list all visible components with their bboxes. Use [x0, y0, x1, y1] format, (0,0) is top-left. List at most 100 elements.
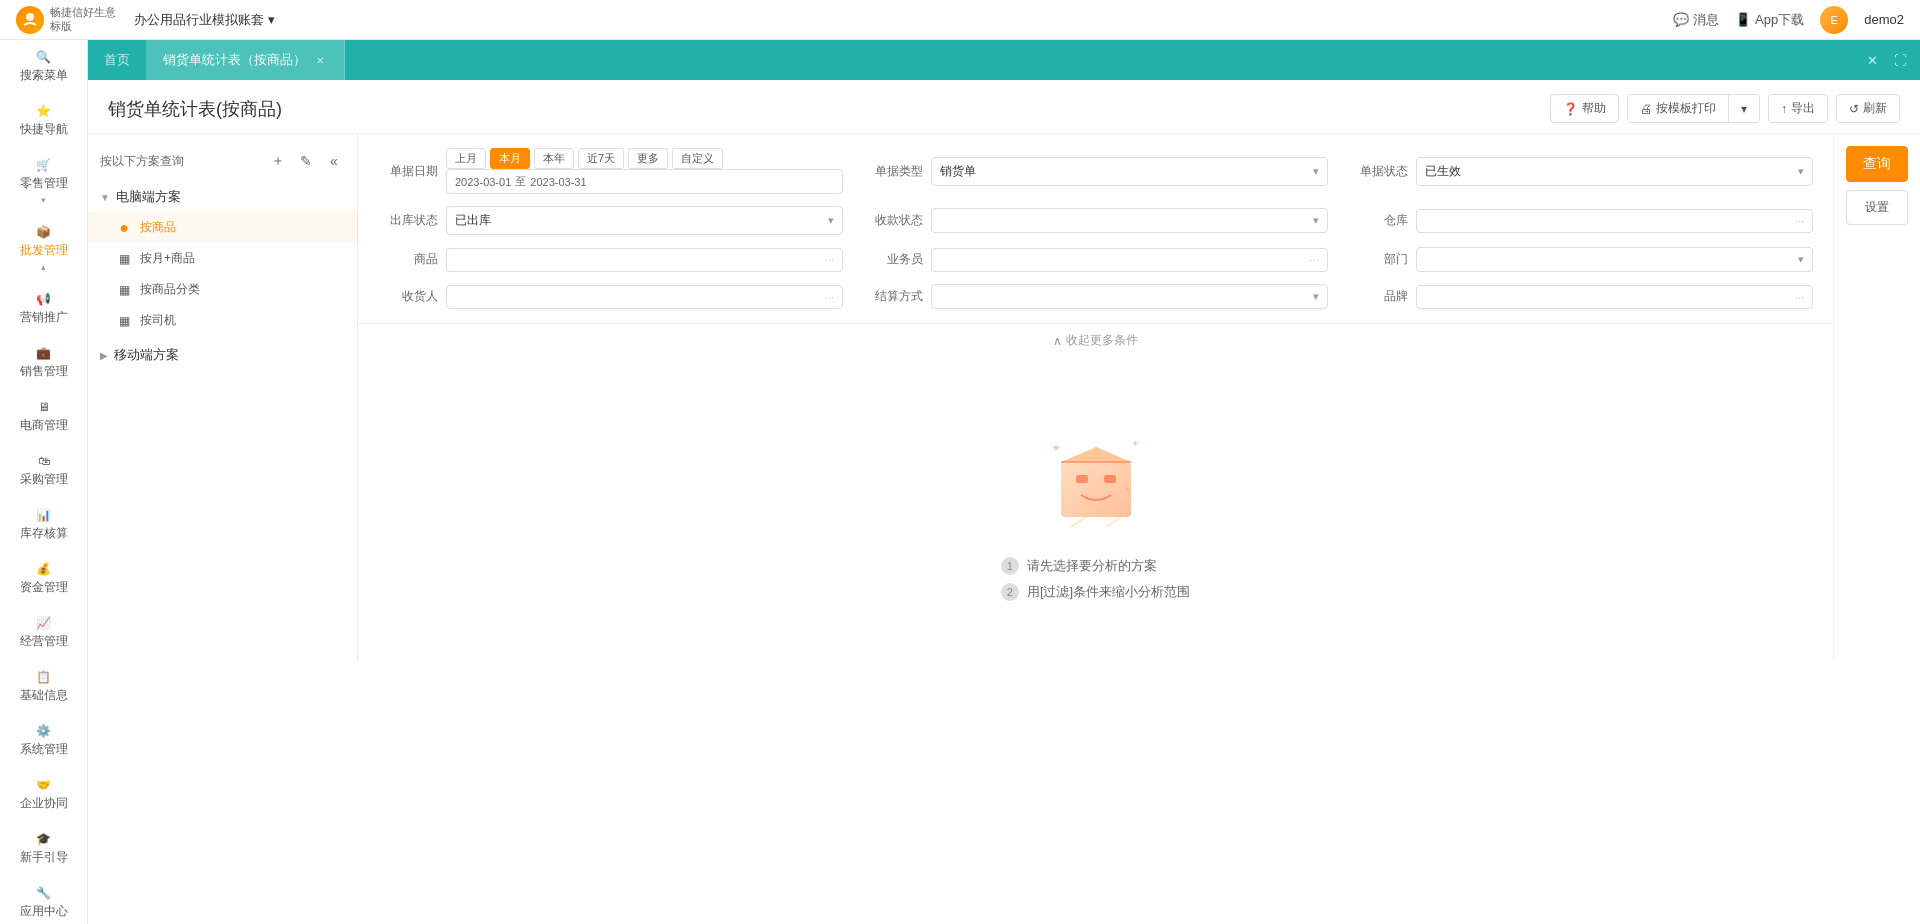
date-btn-7days[interactable]: 近7天: [578, 148, 624, 169]
sidebar-item-inventory[interactable]: 📊 库存核算: [0, 498, 87, 552]
settings-button[interactable]: 设置: [1846, 190, 1908, 225]
panel-item-by-category[interactable]: ▦ 按商品分类: [88, 274, 357, 305]
system-icon: ⚙️: [36, 724, 51, 738]
date-btn-this-year[interactable]: 本年: [534, 148, 574, 169]
filter-field-department: 部门 ▾: [1348, 247, 1813, 272]
section-expand-icon: ▼: [100, 192, 110, 203]
refresh-icon: ↺: [1849, 102, 1859, 116]
sidebar-item-basic[interactable]: 📋 基础信息: [0, 660, 87, 714]
panel-item-label: 按月+商品: [140, 250, 195, 267]
sidebar-item-label: 电商管理: [20, 417, 68, 434]
bill-type-label: 单据类型: [863, 163, 923, 180]
collapse-bar[interactable]: ∧ 收起更多条件: [358, 323, 1833, 357]
panel-section-desktop-header[interactable]: ▼ 电脑端方案: [88, 182, 357, 212]
settlement-control[interactable]: ▾: [931, 284, 1328, 309]
procurement-icon: 🛍: [38, 454, 50, 468]
sidebar-item-wholesale[interactable]: 📦 批发管理 ▴: [0, 215, 87, 282]
filter-field-date: 单据日期 上月 本月 本年 近7天 更多 自定义: [378, 148, 843, 194]
print-button[interactable]: 🖨 按模板打印: [1628, 95, 1729, 122]
date-btn-last-month[interactable]: 上月: [446, 148, 486, 169]
sidebar-item-system[interactable]: ⚙️ 系统管理: [0, 714, 87, 768]
more-icon[interactable]: ···: [1795, 215, 1804, 227]
product-control[interactable]: ···: [446, 248, 843, 272]
bill-type-control[interactable]: 销货单 ▾: [931, 157, 1328, 186]
panel-item-by-cashier[interactable]: ▦ 按司机: [88, 305, 357, 336]
date-btn-more[interactable]: 更多: [628, 148, 668, 169]
sidebar-item-finance[interactable]: 💰 资金管理: [0, 552, 87, 606]
stock-status-control[interactable]: 已出库 ▾: [446, 206, 843, 235]
sidebar-item-newbie[interactable]: 🎓 新手引导: [0, 822, 87, 876]
message-action[interactable]: 💬 消息: [1673, 11, 1719, 29]
svg-line-8: [1071, 517, 1086, 527]
section-label: 电脑端方案: [116, 188, 181, 206]
page-actions: ❓ 帮助 🖨 按模板打印 ▾: [1550, 94, 1900, 123]
item-icon-circle: ●: [116, 220, 132, 236]
tab-close-button[interactable]: ✕: [1860, 48, 1884, 72]
sidebar-item-search[interactable]: 🔍 搜索菜单: [0, 40, 87, 94]
edit-scheme-button[interactable]: ✎: [295, 150, 317, 172]
more-icon[interactable]: ···: [825, 254, 834, 266]
more-icon[interactable]: ···: [1795, 291, 1804, 303]
date-btn-this-month[interactable]: 本月: [490, 148, 530, 169]
tab-close-icon[interactable]: ✕: [312, 52, 328, 68]
print-dropdown-button[interactable]: ▾: [1729, 95, 1759, 122]
payment-status-control[interactable]: ▾: [931, 208, 1328, 233]
add-scheme-button[interactable]: ＋: [267, 150, 289, 172]
panel-item-by-product[interactable]: ● 按商品: [88, 212, 357, 243]
item-icon-grid2: ▦: [116, 282, 132, 298]
collapse-panel-button[interactable]: «: [323, 150, 345, 172]
panel-section-mobile-header[interactable]: ▶ 移动端方案: [88, 340, 357, 370]
salesperson-control[interactable]: ···: [931, 248, 1328, 272]
query-button[interactable]: 查询: [1846, 146, 1908, 182]
more-icon[interactable]: ···: [1310, 254, 1319, 266]
panel-section-mobile: ▶ 移动端方案: [88, 340, 357, 370]
app-download-action[interactable]: 📱 App下载: [1735, 11, 1804, 29]
panel-item-by-month-product[interactable]: ▦ 按月+商品: [88, 243, 357, 274]
tab-sales-stats[interactable]: 销货单统计表（按商品） ✕: [147, 40, 345, 80]
product-label: 商品: [378, 251, 438, 268]
refresh-button[interactable]: ↺ 刷新: [1836, 94, 1900, 123]
collapse-icon: ∧: [1053, 334, 1062, 348]
sidebar-item-label: 经营管理: [20, 633, 68, 650]
inventory-icon: 📊: [36, 508, 51, 522]
message-icon: 💬: [1673, 12, 1689, 27]
sidebar-item-label: 基础信息: [20, 687, 68, 704]
brand-control[interactable]: ···: [1416, 285, 1813, 309]
department-label: 部门: [1348, 251, 1408, 268]
message-label: 消息: [1693, 11, 1719, 29]
tab-maximize-button[interactable]: ⛶: [1888, 48, 1912, 72]
date-separator: 至: [515, 174, 526, 189]
user-avatar[interactable]: E: [1820, 6, 1848, 34]
settlement-label: 结算方式: [863, 288, 923, 305]
sidebar-item-enterprise[interactable]: 🤝 企业协同: [0, 768, 87, 822]
tip-text-2: 用[过滤]条件来缩小分析范围: [1027, 583, 1190, 601]
sidebar-item-quick-nav[interactable]: ⭐ 快捷导航: [0, 94, 87, 148]
svg-line-9: [1106, 517, 1121, 527]
dropdown-icon: ▾: [1313, 290, 1319, 303]
recipient-control[interactable]: ···: [446, 285, 843, 309]
export-button[interactable]: ↑ 导出: [1768, 94, 1828, 123]
sidebar-item-procurement[interactable]: 🛍 采购管理: [0, 444, 87, 498]
warehouse-control[interactable]: ···: [1416, 209, 1813, 233]
date-btn-custom[interactable]: 自定义: [672, 148, 723, 169]
date-to: 2023-03-31: [530, 176, 586, 188]
expand-icon: ▾: [41, 195, 46, 205]
header-right: 💬 消息 📱 App下载 E demo2: [1673, 6, 1904, 34]
tab-home[interactable]: 首页: [88, 40, 147, 80]
sidebar-item-operations[interactable]: 📈 经营管理: [0, 606, 87, 660]
date-range-input[interactable]: 2023-03-01 至 2023-03-31: [446, 169, 843, 194]
more-icon[interactable]: ···: [825, 291, 834, 303]
sidebar-item-sales[interactable]: 💼 销售管理: [0, 336, 87, 390]
date-field-label: 单据日期: [378, 163, 438, 180]
help-button[interactable]: ❓ 帮助: [1550, 94, 1619, 123]
sidebar-item-marketing[interactable]: 📢 营销推广: [0, 282, 87, 336]
sidebar-item-retail[interactable]: 🛒 零售管理 ▾: [0, 148, 87, 215]
bill-status-control[interactable]: 已生效 ▾: [1416, 157, 1813, 186]
department-control[interactable]: ▾: [1416, 247, 1813, 272]
refresh-label: 刷新: [1863, 100, 1887, 117]
tip-num-2: 2: [1001, 583, 1019, 601]
app-download-label: App下载: [1755, 11, 1804, 29]
workspace-selector[interactable]: 办公用品行业模拟账套 ▾: [126, 7, 283, 33]
sidebar-item-app-center[interactable]: 🔧 应用中心: [0, 876, 87, 924]
sidebar-item-ecommerce[interactable]: 🖥 电商管理: [0, 390, 87, 444]
